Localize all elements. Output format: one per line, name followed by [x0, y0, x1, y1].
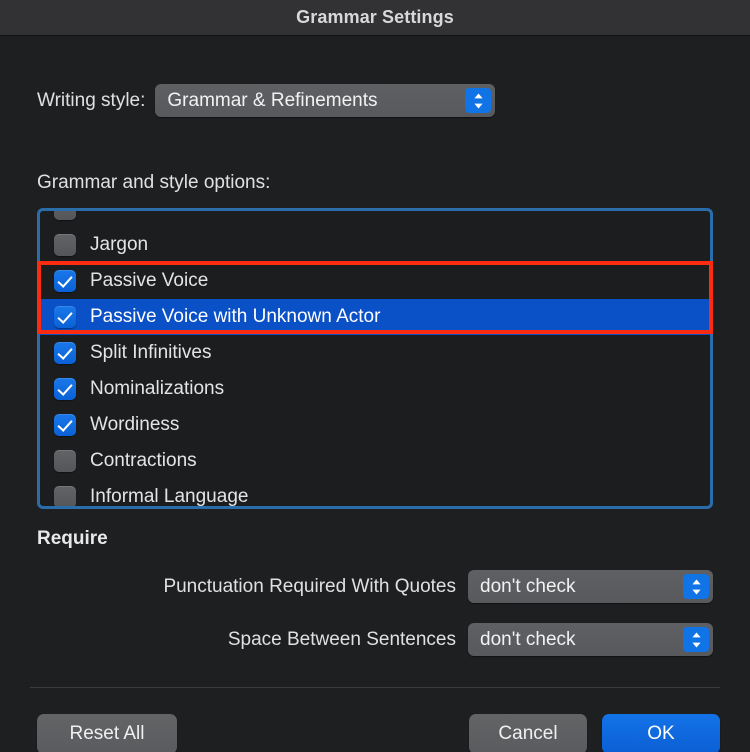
- reset-all-button[interactable]: Reset All: [37, 714, 177, 752]
- list-item-label: Wordiness: [90, 414, 179, 436]
- list-item-label: Contractions: [90, 450, 197, 472]
- checkbox-unchecked-icon[interactable]: [54, 450, 76, 472]
- list-item-label: Nominalizations: [90, 378, 224, 400]
- checkbox-checked-icon[interactable]: [54, 306, 76, 328]
- cancel-button[interactable]: Cancel: [469, 714, 587, 752]
- dialog-body: Writing style: Grammar & Refinements Gra…: [0, 36, 750, 752]
- options-section-label: Grammar and style options:: [37, 172, 270, 194]
- writing-style-value: Grammar & Refinements: [167, 90, 377, 112]
- list-item-label: Passive Voice with Unknown Actor: [90, 306, 380, 328]
- chevron-up-down-icon[interactable]: [683, 574, 709, 599]
- footer-divider: [30, 687, 720, 688]
- list-item-selected[interactable]: Passive Voice with Unknown Actor: [40, 299, 710, 335]
- require-row-label: Punctuation Required With Quotes: [163, 576, 456, 598]
- writing-style-label: Writing style:: [37, 90, 145, 112]
- window-titlebar: Grammar Settings: [0, 0, 750, 36]
- checkbox-checked-icon[interactable]: [54, 342, 76, 364]
- list-item-label: Informal Language: [90, 486, 248, 508]
- writing-style-row: Writing style: Grammar & Refinements: [37, 84, 495, 117]
- chevron-up-down-icon[interactable]: [683, 627, 709, 652]
- checkbox-unchecked-icon[interactable]: [54, 486, 76, 508]
- list-item[interactable]: Contractions: [40, 443, 710, 479]
- list-item[interactable]: Split Infinitives: [40, 335, 710, 371]
- ok-button[interactable]: OK: [602, 714, 720, 752]
- checkbox-checked-icon[interactable]: [54, 270, 76, 292]
- checkbox-unchecked-icon[interactable]: [54, 208, 76, 220]
- list-item[interactable]: Informal Language: [40, 479, 710, 509]
- list-item[interactable]: Jargon: [40, 227, 710, 263]
- list-item-label: Passive Voice: [90, 270, 208, 292]
- grammar-options-list-inner: Jargon Passive Voice Passive Voice with …: [40, 208, 710, 509]
- window-title: Grammar Settings: [296, 7, 454, 28]
- require-row-punctuation: Punctuation Required With Quotes don't c…: [163, 570, 713, 603]
- require-row-space: Space Between Sentences don't check: [228, 623, 713, 656]
- space-between-sentences-value: don't check: [480, 629, 576, 651]
- require-row-label: Space Between Sentences: [228, 629, 456, 651]
- checkbox-checked-icon[interactable]: [54, 378, 76, 400]
- list-item[interactable]: Wordiness: [40, 407, 710, 443]
- space-between-sentences-dropdown[interactable]: don't check: [468, 623, 713, 656]
- footer-button-bar: Reset All Cancel OK: [37, 714, 720, 752]
- punctuation-quotes-value: don't check: [480, 576, 576, 598]
- grammar-options-list[interactable]: Jargon Passive Voice Passive Voice with …: [37, 208, 713, 509]
- checkbox-unchecked-icon[interactable]: [54, 234, 76, 256]
- list-item[interactable]: Nominalizations: [40, 371, 710, 407]
- list-item[interactable]: Passive Voice: [40, 263, 710, 299]
- list-item[interactable]: [40, 208, 710, 227]
- punctuation-quotes-dropdown[interactable]: don't check: [468, 570, 713, 603]
- chevron-up-down-icon[interactable]: [465, 88, 491, 113]
- list-item-label: Jargon: [90, 234, 148, 256]
- checkbox-checked-icon[interactable]: [54, 414, 76, 436]
- grammar-settings-window: Grammar Settings Writing style: Grammar …: [0, 0, 750, 752]
- list-item-label: Split Infinitives: [90, 342, 211, 364]
- require-section-heading: Require: [37, 528, 108, 550]
- writing-style-dropdown[interactable]: Grammar & Refinements: [155, 84, 495, 117]
